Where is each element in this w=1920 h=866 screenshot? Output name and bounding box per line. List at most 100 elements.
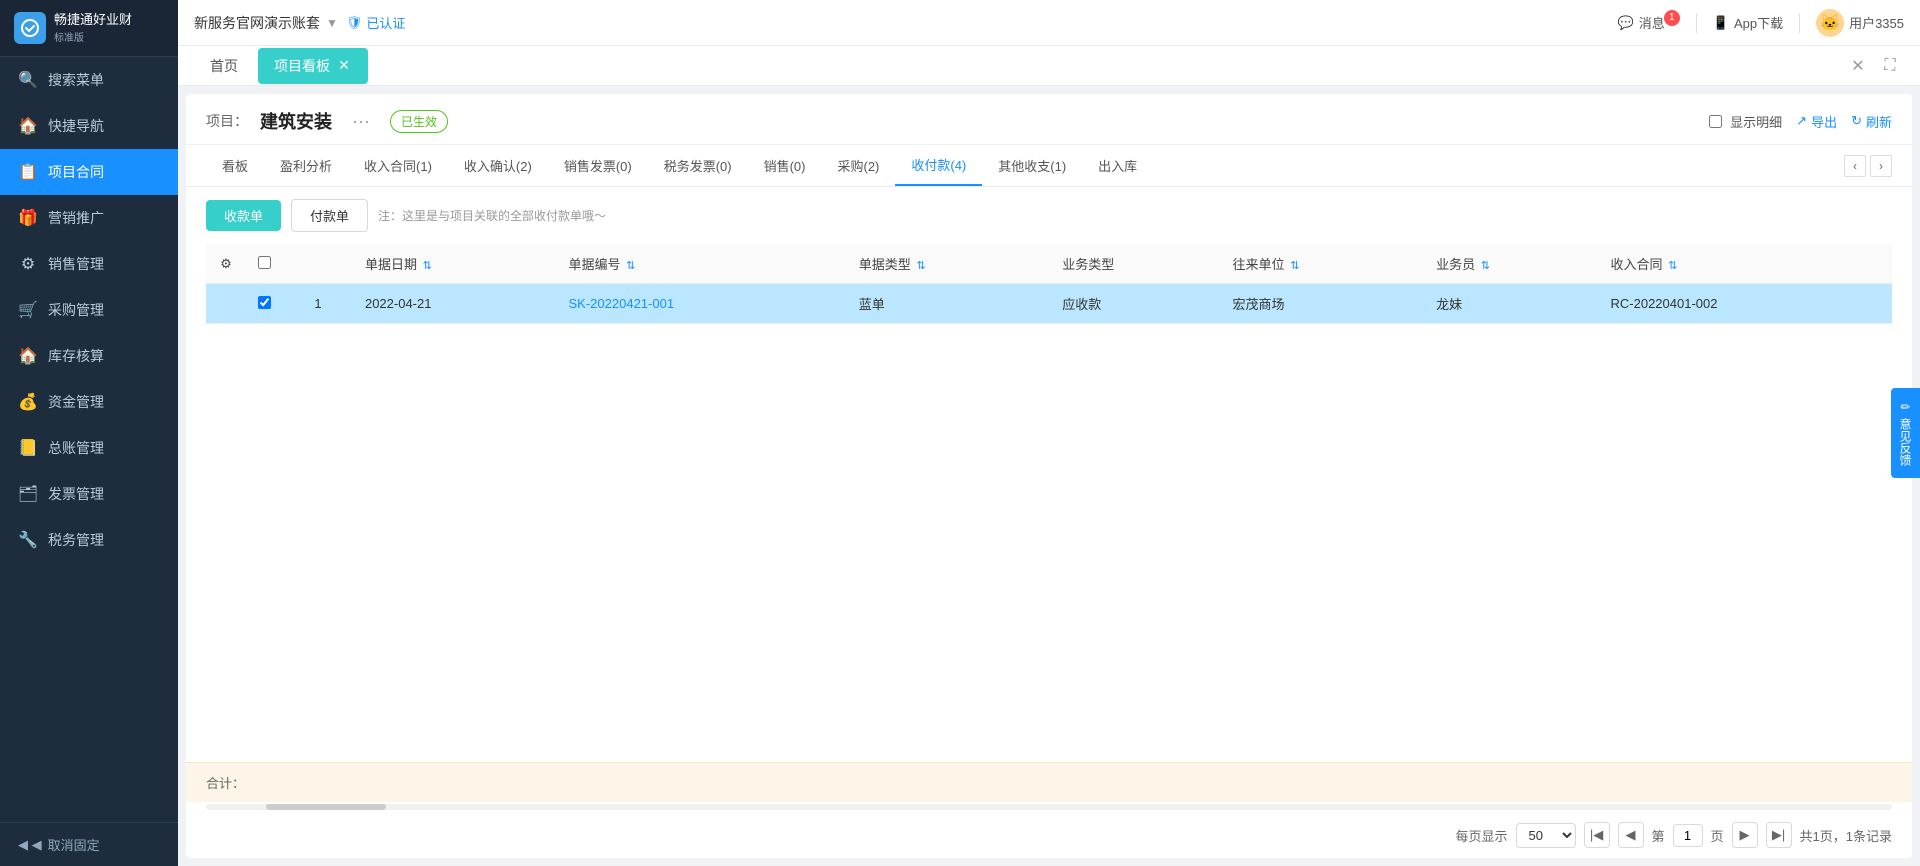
sub-nav-purchase[interactable]: 采购(2) — [821, 146, 895, 185]
sub-nav-arrows: ‹ › — [1844, 155, 1892, 177]
total-label: 合计： — [206, 773, 245, 792]
sub-nav-next-button[interactable]: › — [1870, 155, 1892, 177]
tax-icon: 🔧 — [18, 530, 38, 550]
sub-nav-income-contract[interactable]: 收入合同(1) — [348, 146, 448, 185]
sidebar-item-quick-nav[interactable]: 🏠 快捷导航 — [0, 103, 178, 149]
message-button[interactable]: 💬 消息 1 — [1618, 13, 1680, 32]
sort-icon-type: ⇅ — [916, 260, 925, 272]
record-link[interactable]: SK-20220421-001 — [569, 296, 675, 311]
main-area: 新服务官网演示账套 ▼ 🛡 已认证 💬 消息 1 📱 App下载 🐱 用 — [178, 0, 1920, 866]
last-page-button[interactable]: ▶| — [1766, 822, 1792, 848]
sales-icon: ⚙ — [18, 254, 38, 274]
tab-home[interactable]: 首页 — [194, 48, 254, 84]
close-window-button[interactable]: ✕ — [1844, 52, 1872, 80]
sidebar-item-purchase[interactable]: 🛒 采购管理 — [0, 287, 178, 333]
sub-nav-sales[interactable]: 销售(0) — [748, 146, 822, 185]
page-size-select[interactable]: 50 10 20 100 — [1516, 823, 1576, 848]
sub-nav-in-out-warehouse[interactable]: 出入库 — [1082, 146, 1153, 185]
sub-nav-profit[interactable]: 盈利分析 — [264, 146, 348, 185]
notification-badge: 1 — [1664, 10, 1680, 26]
next-page-button[interactable]: ▶ — [1732, 822, 1758, 848]
sub-nav-income-confirm[interactable]: 收入确认(2) — [448, 146, 548, 185]
tab-project-board[interactable]: 项目看板 ✕ — [258, 48, 368, 84]
select-all-checkbox[interactable] — [258, 256, 271, 269]
show-detail-checkbox[interactable]: 显示明细 — [1709, 112, 1782, 131]
sidebar-item-label: 总账管理 — [48, 438, 104, 458]
total-row: 合计： — [186, 762, 1912, 802]
marketing-icon: 🎁 — [18, 208, 38, 228]
sidebar-item-label: 项目合同 — [48, 162, 104, 182]
app-download-button[interactable]: 📱 App下载 — [1713, 13, 1783, 32]
table-wrap: ⚙ 单据日期 ⇅ 单据编号 ⇅ 单据类型 ⇅ — [186, 244, 1912, 762]
content-area: 项目： 建筑安装 ··· 已生效 显示明细 ↗ 导出 ↻ 刷新 — [186, 94, 1912, 858]
data-table: ⚙ 单据日期 ⇅ 单据编号 ⇅ 单据类型 ⇅ — [206, 244, 1892, 324]
avatar: 🐱 — [1816, 9, 1844, 37]
col-salesman[interactable]: 业务员 ⇅ — [1424, 244, 1598, 284]
app-logo-icon — [14, 12, 46, 44]
project-more-button[interactable]: ··· — [344, 109, 378, 134]
show-detail-input[interactable] — [1709, 115, 1722, 128]
sidebar-item-ledger[interactable]: 📒 总账管理 — [0, 425, 178, 471]
col-date[interactable]: 单据日期 ⇅ — [353, 244, 557, 284]
sub-nav-prev-button[interactable]: ‹ — [1844, 155, 1866, 177]
sidebar-item-label: 资金管理 — [48, 392, 104, 412]
sidebar-item-marketing[interactable]: 🎁 营销推广 — [0, 195, 178, 241]
topbar-divider-2 — [1799, 13, 1800, 33]
sidebar-item-sales[interactable]: ⚙ 销售管理 — [0, 241, 178, 287]
salesman-cell: 龙妹 — [1424, 284, 1598, 324]
user-label: 用户3355 — [1849, 13, 1904, 32]
sidebar-item-label: 销售管理 — [48, 254, 104, 274]
row-checkbox[interactable] — [258, 296, 271, 309]
unpin-button[interactable]: ◀︎ ◀︎ 取消固定 — [0, 822, 178, 866]
app-edition: 标准版 — [54, 29, 132, 44]
sidebar-item-tax[interactable]: 🔧 税务管理 — [0, 517, 178, 563]
unpin-icon: ◀︎ ◀︎ — [18, 837, 42, 853]
payment-button[interactable]: 付款单 — [291, 199, 368, 232]
first-page-button[interactable]: |◀ — [1584, 822, 1610, 848]
topbar-divider — [1696, 13, 1697, 33]
sub-nav-other-income[interactable]: 其他收支(1) — [982, 146, 1082, 185]
col-number[interactable]: 单据编号 ⇅ — [557, 244, 847, 284]
sidebar-logo: 畅捷通好业财 标准版 — [0, 0, 178, 57]
table-row[interactable]: 1 2022-04-21 SK-20220421-001 蓝单 应收款 宏茂商场… — [206, 284, 1892, 324]
prev-page-button[interactable]: ◀ — [1618, 822, 1644, 848]
account-selector[interactable]: 新服务官网演示账套 ▼ — [194, 13, 338, 33]
col-income-contract[interactable]: 收入合同 ⇅ — [1599, 244, 1892, 284]
tab-close-button[interactable]: ✕ — [336, 58, 352, 74]
feedback-button[interactable]: ✏ 意见反馈 — [1891, 388, 1920, 478]
invoice-icon: 🗂 — [18, 484, 38, 504]
horizontal-scrollbar[interactable] — [186, 802, 1912, 812]
col-type[interactable]: 单据类型 ⇅ — [847, 244, 1051, 284]
sidebar-item-label: 快捷导航 — [48, 116, 104, 136]
scrollbar-thumb[interactable] — [266, 804, 386, 810]
sub-nav-receivable[interactable]: 收付款(4) — [895, 145, 982, 186]
topbar: 新服务官网演示账套 ▼ 🛡 已认证 💬 消息 1 📱 App下载 🐱 用 — [178, 0, 1920, 46]
refresh-button[interactable]: ↻ 刷新 — [1851, 112, 1892, 131]
total-pages: 共1页，1条记录 — [1800, 826, 1892, 845]
receipt-button[interactable]: 收款单 — [206, 200, 281, 231]
sidebar-nav: 🔍 搜索菜单 🏠 快捷导航 📋 项目合同 🎁 营销推广 ⚙ 销售管理 🛒 采购管… — [0, 57, 178, 822]
checkbox-col-header — [246, 244, 283, 284]
number-cell: SK-20220421-001 — [557, 284, 847, 324]
sub-nav-sales-invoice[interactable]: 销售发票(0) — [548, 146, 648, 185]
user-menu[interactable]: 🐱 用户3355 — [1816, 9, 1904, 37]
sub-nav-board[interactable]: 看板 — [206, 146, 264, 185]
sidebar-item-search[interactable]: 🔍 搜索菜单 — [0, 57, 178, 103]
page-number-input[interactable] — [1673, 824, 1703, 847]
col-partner[interactable]: 往来单位 ⇅ — [1221, 244, 1425, 284]
settings-col-header[interactable]: ⚙ — [206, 244, 246, 284]
maximize-window-button[interactable]: ⛶ — [1876, 52, 1904, 80]
project-icon: 📋 — [18, 162, 38, 182]
export-button[interactable]: ↗ 导出 — [1796, 112, 1837, 131]
page-unit: 页 — [1711, 826, 1724, 845]
project-header: 项目： 建筑安装 ··· 已生效 显示明细 ↗ 导出 ↻ 刷新 — [186, 94, 1912, 145]
sub-nav-tax-invoice[interactable]: 税务发票(0) — [648, 146, 748, 185]
fund-icon: 💰 — [18, 392, 38, 412]
app-name: 畅捷通好业财 — [54, 12, 132, 29]
sidebar-item-project-contract[interactable]: 📋 项目合同 — [0, 149, 178, 195]
index-cell: 1 — [283, 284, 353, 324]
sidebar-item-fund[interactable]: 💰 资金管理 — [0, 379, 178, 425]
certified-badge: 🛡 已认证 — [346, 13, 406, 32]
sidebar-item-inventory[interactable]: 🏠 库存核算 — [0, 333, 178, 379]
sidebar-item-invoice[interactable]: 🗂 发票管理 — [0, 471, 178, 517]
